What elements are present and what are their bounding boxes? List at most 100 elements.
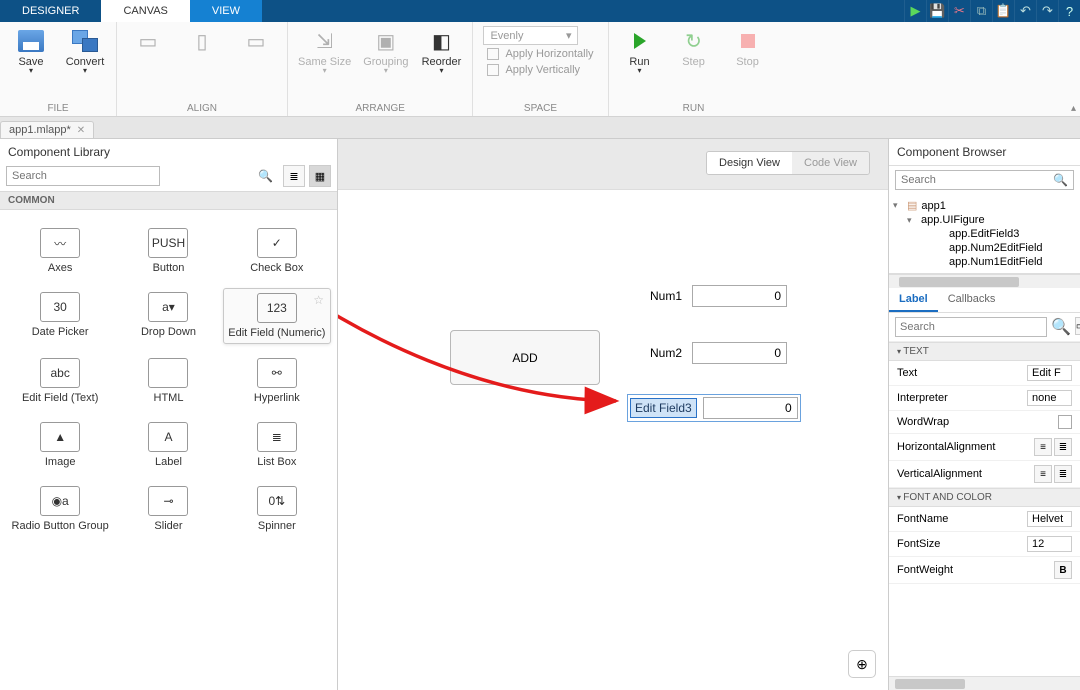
prop-value[interactable]: 12 xyxy=(1027,536,1072,552)
new-field-selection[interactable]: Edit Field3 xyxy=(627,394,801,422)
prop-section-header[interactable]: FONT AND COLOR xyxy=(889,488,1080,507)
reorder-button[interactable]: ◧Reorder xyxy=(420,26,462,75)
prop-categorize-icon[interactable]: ▭ xyxy=(1075,317,1080,335)
tree-node[interactable]: app.Num1EditField xyxy=(893,255,1080,269)
prop-key: Text xyxy=(897,367,917,379)
component-item[interactable]: PUSHButton xyxy=(114,224,222,278)
convert-button[interactable]: Convert xyxy=(64,26,106,75)
component-tree[interactable]: ▾▤app1▾app.UIFigureapp.EditField3app.Num… xyxy=(889,194,1080,274)
prop-key: FontName xyxy=(897,513,948,525)
component-label: Spinner xyxy=(258,520,296,532)
add-button[interactable]: ADD xyxy=(450,330,600,385)
title-tabs-bar: DESIGNER CANVAS VIEW ▶ 💾 ✂ ⧉ 📋 ↶ ↷ ? xyxy=(0,0,1080,22)
close-icon[interactable]: ✕ xyxy=(77,125,85,136)
help-icon[interactable]: ? xyxy=(1058,0,1080,22)
num1-input[interactable] xyxy=(692,285,787,307)
copy-icon[interactable]: ⧉ xyxy=(970,0,992,22)
prop-checkbox[interactable] xyxy=(1058,415,1072,429)
canvas[interactable]: ADD Num1 Num2 Edit Field3 ⊕ xyxy=(338,189,888,690)
tree-node[interactable]: app.Num2EditField xyxy=(893,241,1080,255)
property-grid: TEXTTextEdit FInterpreternoneWordWrapHor… xyxy=(889,342,1080,584)
component-icon: ≣ xyxy=(257,422,297,452)
space-combo[interactable]: Evenly▾ xyxy=(483,26,578,45)
save-button[interactable]: Save xyxy=(10,26,52,75)
grouping-button: ▣Grouping xyxy=(363,26,408,75)
tab-label[interactable]: Label xyxy=(889,288,938,312)
component-item[interactable]: 0⇅ Spinner xyxy=(223,482,331,536)
prop-value[interactable]: none xyxy=(1027,390,1072,406)
component-item[interactable]: 〰Axes xyxy=(6,224,114,278)
align-center-icon: ▯ xyxy=(181,26,223,56)
prop-search-input[interactable] xyxy=(895,317,1047,337)
tree-node[interactable]: ▾▤app1 xyxy=(893,198,1080,213)
doc-tab-app1[interactable]: app1.mlapp* ✕ xyxy=(0,121,94,138)
component-icon: 30 xyxy=(40,292,80,322)
view-list-icon[interactable]: ≣ xyxy=(283,165,305,187)
apply-vert: Apply Vertically xyxy=(483,63,597,77)
align-option[interactable]: ≣ xyxy=(1054,465,1072,483)
search-icon: 🔍 xyxy=(1051,317,1071,337)
run-button[interactable]: Run xyxy=(619,26,661,75)
bold-toggle[interactable]: B xyxy=(1054,561,1072,579)
component-item[interactable]: ▲Image xyxy=(6,418,114,472)
undo-icon[interactable]: ↶ xyxy=(1014,0,1036,22)
canvas-area: Design View Code View ADD Num1 Num2 Edit… xyxy=(338,139,888,690)
library-search-input[interactable] xyxy=(6,166,160,186)
align-option[interactable]: ≣ xyxy=(1054,438,1072,456)
group-file: Save Convert FILE xyxy=(0,22,117,116)
document-tabs: app1.mlapp* ✕ xyxy=(0,117,1080,139)
ribbon: Save Convert FILE ▭ ▯ ▭ ALIGN ⇲Same Size… xyxy=(0,22,1080,117)
tab-canvas[interactable]: CANVAS xyxy=(101,0,189,22)
component-item[interactable]: 30Date Picker xyxy=(6,288,114,344)
component-library-title: Component Library xyxy=(0,139,337,165)
component-icon: 123 xyxy=(257,293,297,323)
prop-key: FontWeight xyxy=(897,564,953,576)
num2-input[interactable] xyxy=(692,342,787,364)
align-option[interactable]: ≡ xyxy=(1034,465,1052,483)
group-label-align: ALIGN xyxy=(127,103,277,114)
tree-horiz-scrollbar[interactable] xyxy=(889,274,1080,288)
component-item[interactable]: abcEdit Field (Text) xyxy=(6,354,114,408)
props-horiz-scrollbar[interactable] xyxy=(889,676,1080,690)
run-quick-icon[interactable]: ▶ xyxy=(904,0,926,22)
prop-value[interactable]: Helvet xyxy=(1027,511,1072,527)
view-grid-icon[interactable]: ▦ xyxy=(309,165,331,187)
ribbon-collapse-icon[interactable]: ▴ xyxy=(1071,103,1076,114)
component-item[interactable]: HTML xyxy=(114,354,222,408)
search-icon: 🔍 xyxy=(258,169,273,183)
zoom-button[interactable]: ⊕ xyxy=(848,650,876,678)
component-item[interactable]: ≣List Box xyxy=(223,418,331,472)
doc-tab-label: app1.mlapp* xyxy=(9,124,71,136)
group-run: Run ↻Step Stop RUN xyxy=(609,22,779,116)
component-item[interactable]: ⊸Slider xyxy=(114,482,222,536)
component-icon: 0⇅ xyxy=(257,486,297,516)
group-label-file: FILE xyxy=(10,103,106,114)
redo-icon[interactable]: ↷ xyxy=(1036,0,1058,22)
prop-row: VerticalAlignment≡≣ xyxy=(889,461,1080,488)
component-item[interactable]: ◉aRadio Button Group xyxy=(6,482,114,536)
save-quick-icon[interactable]: 💾 xyxy=(926,0,948,22)
group-label-run: RUN xyxy=(619,103,769,114)
tree-node[interactable]: ▾app.UIFigure xyxy=(893,213,1080,227)
component-item[interactable]: ⚯Hyperlink xyxy=(223,354,331,408)
component-item[interactable]: ☆123Edit Field (Numeric) xyxy=(223,288,331,344)
component-item[interactable]: ALabel xyxy=(114,418,222,472)
tree-node[interactable]: app.EditField3 xyxy=(893,227,1080,241)
tab-callbacks[interactable]: Callbacks xyxy=(938,288,1006,312)
code-view-tab[interactable]: Code View xyxy=(792,152,869,174)
prop-section-header[interactable]: TEXT xyxy=(889,342,1080,361)
paste-icon[interactable]: 📋 xyxy=(992,0,1014,22)
editfield3-label[interactable]: Edit Field3 xyxy=(630,398,697,418)
tab-view[interactable]: VIEW xyxy=(190,0,262,22)
cut-icon[interactable]: ✂ xyxy=(948,0,970,22)
editfield3-input[interactable] xyxy=(703,397,798,419)
design-view-tab[interactable]: Design View xyxy=(707,152,792,174)
component-label: Hyperlink xyxy=(254,392,300,404)
component-item[interactable]: ✓Check Box xyxy=(223,224,331,278)
favorite-icon[interactable]: ☆ xyxy=(313,293,324,307)
tab-designer[interactable]: DESIGNER xyxy=(0,0,101,22)
align-option[interactable]: ≡ xyxy=(1034,438,1052,456)
browser-search-input[interactable] xyxy=(895,170,1074,190)
prop-value[interactable]: Edit F xyxy=(1027,365,1072,381)
component-item[interactable]: a▾Drop Down xyxy=(114,288,222,344)
